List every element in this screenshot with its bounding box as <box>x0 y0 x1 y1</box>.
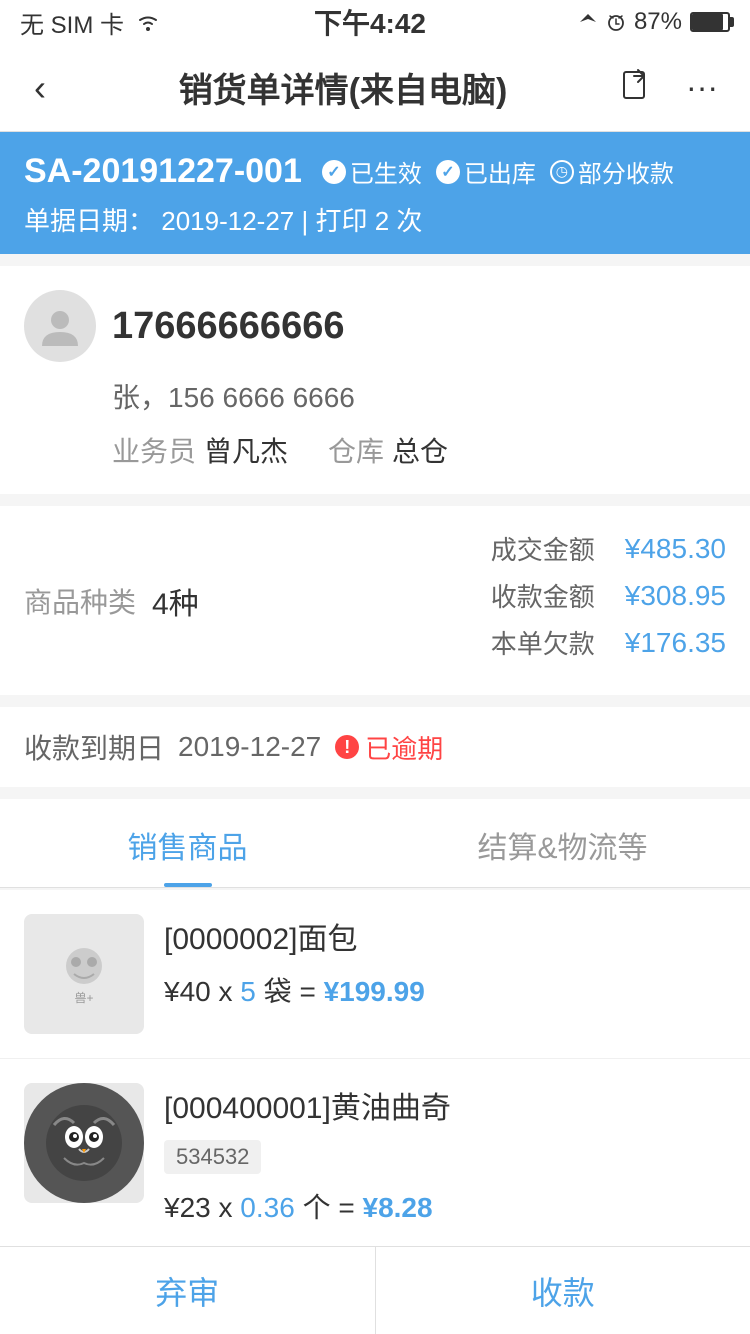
price-0: ¥40 <box>164 976 211 1007</box>
status-right: 87% <box>578 8 730 36</box>
tab-settlement-label: 结算&物流等 <box>477 832 647 865</box>
total-1: ¥8.28 <box>363 1192 433 1223</box>
banner-row1: SA-20191227-001 ✓ 已生效 ✓ 已出库 ◷ 部分收款 <box>24 152 726 191</box>
product-price-0: ¥40 x 5 袋 = ¥199.99 <box>164 970 726 1010</box>
cancel-review-button[interactable]: 弃审 <box>0 1247 376 1334</box>
overdue-text: 已逾期 <box>365 729 443 766</box>
product-info-0: [0000002]面包 ¥40 x 5 袋 = ¥199.99 <box>164 914 726 1034</box>
header-banner: SA-20191227-001 ✓ 已生效 ✓ 已出库 ◷ 部分收款 单据日期：… <box>0 132 750 254</box>
badge-shipped-label: 已出库 <box>464 154 536 189</box>
collect-payment-button[interactable]: 收款 <box>376 1247 750 1334</box>
unit-1: 个 <box>303 1192 331 1223</box>
owl-logo <box>24 1083 144 1203</box>
nav-right-actions: ··· <box>610 60 726 116</box>
product-thumbnail-0: 兽+ <box>24 914 144 1034</box>
order-id: SA-20191227-001 <box>24 152 302 191</box>
deal-value: ¥485.30 <box>625 533 726 565</box>
sales-label: 业务员 <box>112 430 196 470</box>
more-button[interactable]: ··· <box>678 61 726 114</box>
product-item: [000400001]黄油曲奇 534532 ¥23 x 0.36 个 = ¥8… <box>0 1059 750 1251</box>
unit-0: 袋 <box>264 976 292 1007</box>
badge-shipped: ✓ 已出库 <box>436 154 536 189</box>
product-name-1: [000400001]黄油曲奇 <box>164 1083 726 1127</box>
customer-section: 17666666666 张，156 6666 6666 业务员 曾凡杰 仓库 总… <box>0 266 750 494</box>
category-value: 4种 <box>152 579 199 623</box>
wifi-icon <box>134 12 162 32</box>
print-count: 2 <box>375 206 389 236</box>
tab-settlement[interactable]: 结算&物流等 <box>375 799 750 887</box>
status-left: 无 SIM 卡 <box>20 5 162 40</box>
product-name-0: [0000002]面包 <box>164 914 726 958</box>
debt-value: ¥176.35 <box>625 627 726 659</box>
due-date-value: 2019-12-27 <box>178 731 321 763</box>
badge-activated: ✓ 已生效 <box>322 154 422 189</box>
page-title: 销货单详情(来自电脑) <box>76 63 610 112</box>
debt-label: 本单欠款 <box>491 624 595 661</box>
share-button[interactable] <box>610 60 658 116</box>
badge-partial: ◷ 部分收款 <box>550 154 674 189</box>
banner-date-row: 单据日期： 2019-12-27 | 打印 2 次 <box>24 201 726 238</box>
received-row: 收款金额 ¥308.95 <box>491 577 726 614</box>
total-0: ¥199.99 <box>324 976 425 1007</box>
debt-row: 本单欠款 ¥176.35 <box>491 624 726 661</box>
order-date: 2019-12-27 <box>161 206 294 236</box>
customer-name-phone: 张，156 6666 6666 <box>24 376 726 416</box>
badge-partial-label: 部分收款 <box>578 154 674 189</box>
stats-left: 商品种类 4种 <box>24 530 199 671</box>
sales-name: 曾凡杰 <box>204 430 288 470</box>
tabs-row: 销售商品 结算&物流等 <box>0 799 750 887</box>
location-icon <box>578 12 598 32</box>
warehouse-name: 总仓 <box>392 430 448 470</box>
battery-icon <box>690 12 730 32</box>
battery-percent: 87% <box>634 8 682 36</box>
product-info-1: [000400001]黄油曲奇 534532 ¥23 x 0.36 个 = ¥8… <box>164 1083 726 1226</box>
tab-sales-products[interactable]: 销售商品 <box>0 799 375 887</box>
product-sku-1: 534532 <box>164 1140 261 1174</box>
products-section: 兽+ [0000002]面包 ¥40 x 5 袋 = ¥199.99 <box>0 890 750 1251</box>
qty-0: 5 <box>240 976 256 1007</box>
avatar <box>24 290 96 362</box>
warehouse-label: 仓库 <box>328 430 384 470</box>
stats-section: 商品种类 4种 成交金额 ¥485.30 收款金额 ¥308.95 本单欠款 ¥… <box>0 506 750 695</box>
badge-activated-label: 已生效 <box>350 154 422 189</box>
qty-1: 0.36 <box>240 1192 295 1223</box>
check-icon-shipped: ✓ <box>436 160 460 184</box>
alarm-icon <box>606 12 626 32</box>
status-badges: ✓ 已生效 ✓ 已出库 ◷ 部分收款 <box>322 154 674 189</box>
status-time: 下午4:42 <box>314 2 426 42</box>
tab-sales-label: 销售商品 <box>128 832 248 865</box>
product-item: 兽+ [0000002]面包 ¥40 x 5 袋 = ¥199.99 <box>0 890 750 1059</box>
customer-row: 17666666666 <box>24 290 726 362</box>
due-date-section: 收款到期日 2019-12-27 ! 已逾期 <box>0 707 750 787</box>
deal-label: 成交金额 <box>491 530 595 567</box>
customer-phone: 17666666666 <box>112 305 344 348</box>
print-suffix: 次 <box>396 206 422 236</box>
bottom-bar: 弃审 收款 <box>0 1246 750 1334</box>
carrier-text: 无 SIM 卡 <box>20 5 124 40</box>
status-bar: 无 SIM 卡 下午4:42 87% <box>0 0 750 44</box>
received-label: 收款金额 <box>491 577 595 614</box>
deal-row: 成交金额 ¥485.30 <box>491 530 726 567</box>
customer-meta: 业务员 曾凡杰 仓库 总仓 <box>24 430 726 470</box>
svg-text:兽+: 兽+ <box>74 991 93 1005</box>
overdue-icon: ! <box>335 735 359 759</box>
received-value: ¥308.95 <box>625 580 726 612</box>
category-label: 商品种类 <box>24 581 136 621</box>
print-label: 打印 <box>315 206 367 236</box>
tabs-section: 销售商品 结算&物流等 <box>0 799 750 888</box>
overdue-badge: ! 已逾期 <box>335 729 443 766</box>
stats-right: 成交金额 ¥485.30 收款金额 ¥308.95 本单欠款 ¥176.35 <box>491 530 726 671</box>
date-label: 单据日期： <box>24 206 154 236</box>
product-price-1: ¥23 x 0.36 个 = ¥8.28 <box>164 1186 726 1226</box>
product-thumbnail-1 <box>24 1083 144 1203</box>
print-separator: | <box>301 206 315 236</box>
nav-bar: ‹ 销货单详情(来自电脑) ··· <box>0 44 750 132</box>
clock-icon: ◷ <box>550 160 574 184</box>
check-icon-activated: ✓ <box>322 160 346 184</box>
price-1: ¥23 <box>164 1192 211 1223</box>
back-button[interactable]: ‹ <box>24 57 56 119</box>
due-date-label: 收款到期日 <box>24 727 164 767</box>
